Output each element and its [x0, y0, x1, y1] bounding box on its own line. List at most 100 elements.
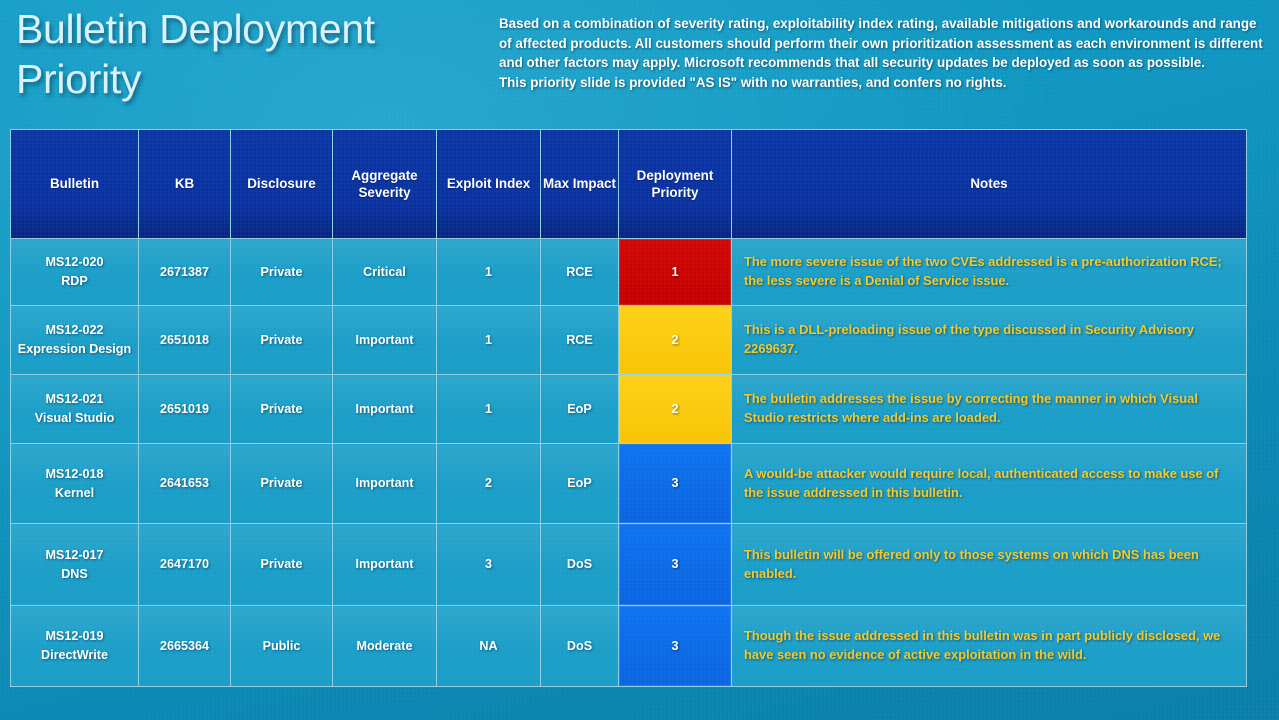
- cell-exploit-index: 1: [436, 374, 541, 444]
- max-impact-value: EoP: [567, 476, 592, 491]
- notes-text: The bulletin addresses the issue by corr…: [744, 391, 1198, 425]
- cell-notes: Though the issue addressed in this bulle…: [731, 605, 1247, 687]
- priority-badge: 1: [671, 264, 679, 279]
- column-header-bulletin: Bulletin: [10, 129, 139, 239]
- priority-badge: 3: [671, 476, 679, 491]
- disclosure-value: Private: [260, 401, 303, 416]
- column-header-notes: Notes: [731, 129, 1247, 239]
- cell-notes: The more severe issue of the two CVEs ad…: [731, 238, 1247, 306]
- disclosure-value: Public: [262, 638, 301, 653]
- cell-bulletin: MS12-019 DirectWrite: [10, 605, 139, 687]
- disclosure-value: Private: [260, 476, 303, 491]
- bulletin-id: MS12-019: [45, 629, 104, 644]
- cell-deployment-priority: 2: [618, 305, 732, 375]
- exploit-index-value: 3: [484, 557, 492, 572]
- cell-kb: 2651018: [138, 305, 231, 375]
- cell-disclosure: Private: [230, 238, 333, 306]
- cell-deployment-priority: 1: [618, 238, 732, 306]
- column-header-kb: KB: [138, 129, 231, 239]
- cell-bulletin: MS12-017 DNS: [10, 523, 139, 606]
- severity-value: Important: [355, 332, 414, 347]
- table-header: Bulletin KB Disclosure Aggregate Severit…: [10, 129, 1247, 239]
- cell-max-impact: EoP: [540, 443, 619, 524]
- cell-deployment-priority: 3: [618, 523, 732, 606]
- cell-max-impact: DoS: [540, 605, 619, 687]
- column-header-disclosure: Disclosure: [230, 129, 333, 239]
- page-title: Bulletin Deployment Priority: [16, 4, 486, 104]
- cell-bulletin: MS12-020 RDP: [10, 238, 139, 306]
- severity-value: Important: [355, 476, 414, 491]
- bulletin-product: Expression Design: [17, 342, 132, 356]
- bulletin-table: Bulletin KB Disclosure Aggregate Severit…: [10, 129, 1247, 687]
- cell-aggregate-severity: Important: [332, 523, 437, 606]
- bulletin-id: MS12-017: [45, 547, 104, 562]
- exploit-index-value: 2: [484, 476, 492, 491]
- exploit-index-value: 1: [484, 332, 492, 347]
- notes-text: This bulletin will be offered only to th…: [744, 546, 1199, 581]
- kb-value: 2671387: [159, 264, 210, 279]
- cell-bulletin: MS12-018 Kernel: [10, 443, 139, 524]
- cell-kb: 2651019: [138, 374, 231, 444]
- notes-text: The more severe issue of the two CVEs ad…: [744, 254, 1222, 288]
- table-row: MS12-018 Kernel 2641653 Private Important…: [10, 443, 1247, 524]
- notes-text: Though the issue addressed in this bulle…: [744, 628, 1221, 662]
- cell-exploit-index: NA: [436, 605, 541, 687]
- cell-disclosure: Private: [230, 305, 333, 375]
- kb-value: 2651018: [159, 332, 210, 347]
- max-impact-value: RCE: [566, 264, 593, 279]
- cell-aggregate-severity: Critical: [332, 238, 437, 306]
- table-body: MS12-020 RDP 2671387 Private Critical 1 R…: [10, 238, 1247, 687]
- bulletin-product: DNS: [61, 566, 88, 581]
- max-impact-value: DoS: [566, 557, 593, 572]
- kb-value: 2641653: [159, 476, 210, 491]
- max-impact-value: EoP: [567, 401, 592, 416]
- exploit-index-value: 1: [484, 401, 492, 416]
- cell-bulletin: MS12-021 Visual Studio: [10, 374, 139, 444]
- column-header-max-impact: Max Impact: [540, 129, 619, 239]
- bulletin-product: Visual Studio: [34, 411, 115, 425]
- intro-paragraph: Based on a combination of severity ratin…: [499, 16, 1263, 71]
- disclosure-value: Private: [260, 557, 303, 572]
- cell-exploit-index: 1: [436, 238, 541, 306]
- bulletin-id: MS12-022: [45, 323, 104, 338]
- column-header-deployment-priority: Deployment Priority: [618, 129, 732, 239]
- cell-max-impact: RCE: [540, 238, 619, 306]
- cell-notes: This bulletin will be offered only to th…: [731, 523, 1247, 606]
- cell-aggregate-severity: Important: [332, 443, 437, 524]
- bulletin-id: MS12-018: [45, 466, 104, 481]
- table-row: MS12-021 Visual Studio 2651019 Private Im…: [10, 374, 1247, 444]
- cell-kb: 2641653: [138, 443, 231, 524]
- slide-canvas: Bulletin Deployment Priority Based on a …: [0, 0, 1279, 720]
- intro-disclaimer: This priority slide is provided "AS IS" …: [499, 75, 1007, 91]
- cell-max-impact: DoS: [540, 523, 619, 606]
- cell-notes: This is a DLL-preloading issue of the ty…: [731, 305, 1247, 375]
- disclosure-value: Private: [260, 264, 303, 279]
- cell-exploit-index: 1: [436, 305, 541, 375]
- cell-notes: The bulletin addresses the issue by corr…: [731, 374, 1247, 444]
- max-impact-value: RCE: [566, 332, 593, 347]
- table-row: MS12-022 Expression Design 2651018 Privat…: [10, 305, 1247, 375]
- cell-disclosure: Public: [230, 605, 333, 687]
- cell-exploit-index: 2: [436, 443, 541, 524]
- cell-disclosure: Private: [230, 523, 333, 606]
- priority-badge: 3: [671, 638, 679, 653]
- table-row: MS12-017 DNS 2647170 Private Important 3 …: [10, 523, 1247, 606]
- priority-badge: 2: [671, 332, 679, 347]
- cell-disclosure: Private: [230, 443, 333, 524]
- cell-aggregate-severity: Important: [332, 374, 437, 444]
- cell-aggregate-severity: Important: [332, 305, 437, 375]
- notes-text: A would-be attacker would require local,…: [744, 465, 1219, 500]
- cell-kb: 2671387: [138, 238, 231, 306]
- exploit-index-value: 1: [484, 264, 492, 279]
- cell-aggregate-severity: Moderate: [332, 605, 437, 687]
- kb-value: 2651019: [159, 401, 210, 416]
- cell-max-impact: EoP: [540, 374, 619, 444]
- table-row: MS12-019 DirectWrite 2665364 Public Moder…: [10, 605, 1247, 687]
- cell-kb: 2665364: [138, 605, 231, 687]
- cell-kb: 2647170: [138, 523, 231, 606]
- column-header-exploit-index: Exploit Index: [436, 129, 541, 239]
- cell-bulletin: MS12-022 Expression Design: [10, 305, 139, 375]
- bulletin-table-wrapper: Bulletin KB Disclosure Aggregate Severit…: [10, 129, 1247, 687]
- severity-value: Important: [355, 557, 414, 572]
- severity-value: Important: [355, 401, 414, 416]
